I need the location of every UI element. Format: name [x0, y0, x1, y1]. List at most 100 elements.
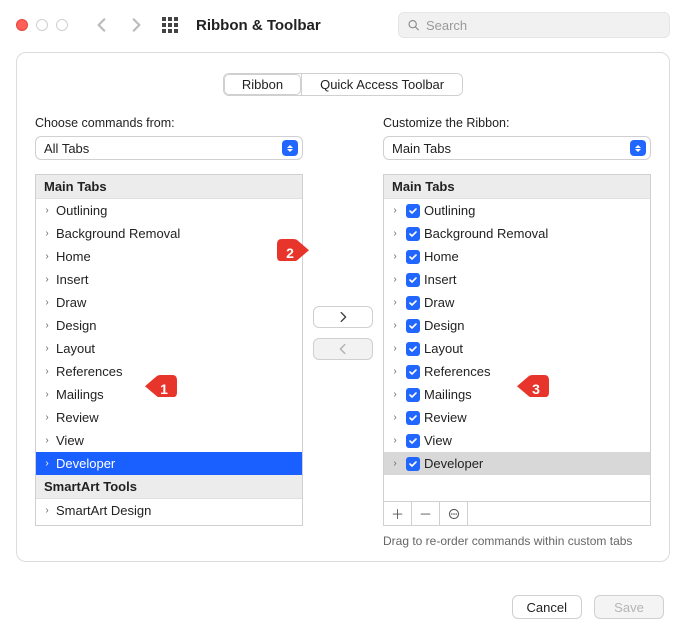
tab-ribbon[interactable]: Ribbon: [224, 74, 301, 95]
search-field[interactable]: [398, 12, 670, 38]
callout-1: 1: [145, 375, 177, 403]
checkbox-checked-icon[interactable]: [406, 388, 420, 402]
actions-spacer: [468, 502, 650, 525]
list-item: ›SmartArt Design: [36, 499, 302, 522]
remove-tab-button[interactable]: －: [412, 502, 440, 525]
list-item: ›Review: [384, 406, 650, 429]
chevron-right-icon[interactable]: ›: [42, 505, 52, 516]
chevron-updown-icon: [630, 140, 646, 156]
page-title: Ribbon & Toolbar: [196, 17, 321, 34]
list-item: ›Layout: [384, 337, 650, 360]
list-item: ›Background Removal: [384, 222, 650, 245]
list-item: ›Design: [36, 314, 302, 337]
checkbox-checked-icon[interactable]: [406, 411, 420, 425]
list-item: ›Draw: [36, 291, 302, 314]
minimize-window-icon: [36, 19, 48, 31]
tab-quick-access-toolbar[interactable]: Quick Access Toolbar: [301, 74, 462, 95]
list-item: ›View: [384, 429, 650, 452]
list-item: ›Home: [384, 245, 650, 268]
segmented-control: Ribbon Quick Access Toolbar: [35, 73, 651, 96]
section-main-tabs-r: Main Tabs: [384, 175, 650, 199]
dialog-buttons: Cancel Save: [512, 595, 664, 619]
chevron-right-icon[interactable]: ›: [390, 343, 400, 354]
list-item: ›Design: [384, 314, 650, 337]
chevron-right-icon[interactable]: ›: [42, 366, 52, 377]
list-item-developer[interactable]: ›Developer: [36, 452, 302, 475]
chevron-right-icon[interactable]: ›: [390, 228, 400, 239]
list-item: ›View: [36, 429, 302, 452]
window-controls: [16, 19, 68, 31]
list-item: ›Insert: [384, 268, 650, 291]
add-tab-button[interactable]: ＋: [384, 502, 412, 525]
choose-commands-select[interactable]: All Tabs: [35, 136, 303, 160]
checkbox-checked-icon[interactable]: [406, 273, 420, 287]
search-input[interactable]: [426, 18, 661, 33]
customize-ribbon-select[interactable]: Main Tabs: [383, 136, 651, 160]
list-item: ›Insert: [36, 268, 302, 291]
chevron-right-icon[interactable]: ›: [390, 458, 400, 469]
empty-row: [384, 475, 650, 499]
chevron-right-icon[interactable]: ›: [42, 320, 52, 331]
list-item: ›Outlining: [384, 199, 650, 222]
chevron-right-icon[interactable]: ›: [42, 343, 52, 354]
chevron-right-icon[interactable]: ›: [390, 412, 400, 423]
preferences-card: Ribbon Quick Access Toolbar Choose comma…: [16, 52, 670, 562]
more-actions-button[interactable]: [440, 502, 468, 525]
checkbox-checked-icon[interactable]: [406, 434, 420, 448]
customize-ribbon-label: Customize the Ribbon:: [383, 116, 651, 130]
chevron-right-icon[interactable]: ›: [42, 251, 52, 262]
transfer-buttons: [313, 306, 373, 360]
chevron-right-icon[interactable]: ›: [390, 366, 400, 377]
chevron-right-icon[interactable]: ›: [42, 458, 52, 469]
checkbox-checked-icon[interactable]: [406, 250, 420, 264]
chevron-right-icon[interactable]: ›: [390, 297, 400, 308]
chevron-right-icon[interactable]: ›: [390, 435, 400, 446]
checkbox-checked-icon[interactable]: [406, 296, 420, 310]
chevron-right-icon[interactable]: ›: [390, 205, 400, 216]
checkbox-checked-icon[interactable]: [406, 227, 420, 241]
remove-button[interactable]: [313, 338, 373, 360]
chevron-right-icon[interactable]: ›: [390, 389, 400, 400]
checkbox-checked-icon[interactable]: [406, 365, 420, 379]
chevron-right-icon[interactable]: ›: [42, 389, 52, 400]
checkbox-checked-icon[interactable]: [406, 204, 420, 218]
callout-3: 3: [517, 375, 549, 403]
cancel-button[interactable]: Cancel: [512, 595, 582, 619]
checkbox-checked-icon[interactable]: [406, 342, 420, 356]
apps-grid-icon[interactable]: [162, 17, 178, 33]
chevron-right-icon[interactable]: ›: [42, 435, 52, 446]
chevron-right-icon[interactable]: ›: [390, 274, 400, 285]
titlebar: Ribbon & Toolbar: [0, 0, 686, 50]
list-actions-bar: ＋ －: [383, 502, 651, 526]
list-item: ›Layout: [36, 337, 302, 360]
list-item: ›Draw: [384, 291, 650, 314]
section-main-tabs: Main Tabs: [36, 175, 302, 199]
chevron-right-icon[interactable]: ›: [390, 320, 400, 331]
close-window-icon[interactable]: [16, 19, 28, 31]
helper-text: Drag to re-order commands within custom …: [383, 534, 651, 548]
list-item: ›Outlining: [36, 199, 302, 222]
forward-button[interactable]: [124, 13, 148, 37]
choose-commands-label: Choose commands from:: [35, 116, 303, 130]
chevron-right-icon[interactable]: ›: [42, 297, 52, 308]
list-item: ›Home: [36, 245, 302, 268]
chevron-right-icon[interactable]: ›: [42, 228, 52, 239]
chevron-right-icon[interactable]: ›: [390, 251, 400, 262]
chevron-right-icon[interactable]: ›: [42, 412, 52, 423]
add-button[interactable]: [313, 306, 373, 328]
commands-listbox[interactable]: Main Tabs ›Outlining ›Background Removal…: [35, 174, 303, 526]
checkbox-checked-icon[interactable]: [406, 319, 420, 333]
section-smartart-tools: SmartArt Tools: [36, 475, 302, 499]
search-icon: [407, 18, 420, 32]
chevron-right-icon[interactable]: ›: [42, 274, 52, 285]
save-button[interactable]: Save: [594, 595, 664, 619]
ribbon-listbox[interactable]: Main Tabs ›Outlining ›Background Removal…: [383, 174, 651, 502]
customize-ribbon-panel: Customize the Ribbon: Main Tabs Main Tab…: [363, 116, 651, 548]
list-item: ›Review: [36, 406, 302, 429]
back-button[interactable]: [90, 13, 114, 37]
list-item-developer-r[interactable]: ›Developer: [384, 452, 650, 475]
choose-commands-value: All Tabs: [44, 141, 89, 156]
chevron-right-icon[interactable]: ›: [42, 205, 52, 216]
checkbox-checked-icon[interactable]: [406, 457, 420, 471]
list-item: ›Background Removal: [36, 222, 302, 245]
